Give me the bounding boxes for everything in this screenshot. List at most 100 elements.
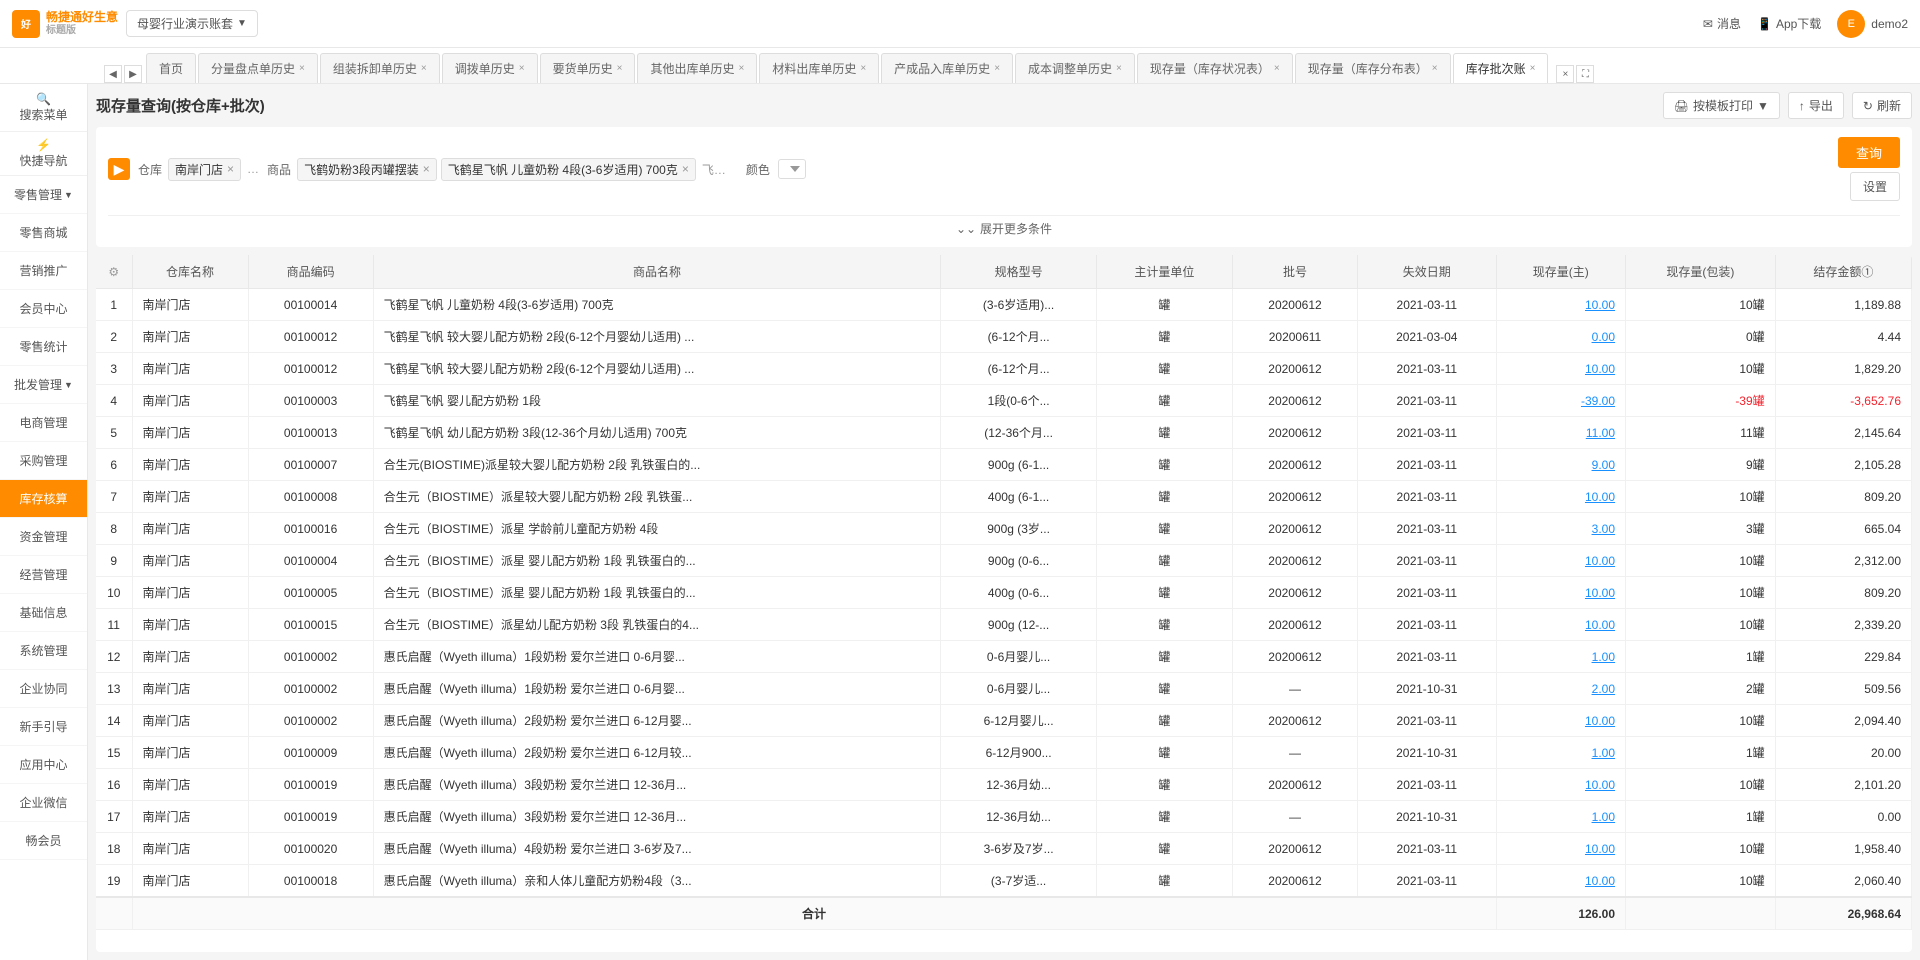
product-tag-1[interactable]: 飞鹤星飞帆 儿童奶粉 4段(3-6岁适用) 700克× xyxy=(441,158,696,181)
message-btn[interactable]: ✉ 消息 xyxy=(1703,15,1741,32)
warehouse-more[interactable]: … xyxy=(247,162,259,176)
cell-9-8[interactable]: 10.00 xyxy=(1496,577,1625,609)
query-button[interactable]: 查询 xyxy=(1838,137,1900,168)
tab-close-4[interactable]: × xyxy=(617,63,623,74)
sidebar-item-0[interactable]: 零售管理▼ xyxy=(0,176,87,214)
cell-0-8[interactable]: 10.00 xyxy=(1496,289,1625,321)
warehouse-selector[interactable]: 母婴行业演示账套 ▼ xyxy=(126,10,258,37)
tab-close-9[interactable]: × xyxy=(1274,63,1280,74)
cell-6-8[interactable]: 10.00 xyxy=(1496,481,1625,513)
tab-close-11[interactable]: × xyxy=(1530,63,1536,74)
qty-link[interactable]: -39.00 xyxy=(1581,394,1615,408)
sidebar-item-3[interactable]: 会员中心 xyxy=(0,290,87,328)
qty-link[interactable]: 10.00 xyxy=(1585,586,1615,600)
tab-item-7[interactable]: 产成品入库单历史× xyxy=(881,53,1013,83)
qty-link[interactable]: 11.00 xyxy=(1586,426,1615,440)
tab-prev-arrow[interactable]: ◀ xyxy=(104,65,122,83)
cell-18-8[interactable]: 10.00 xyxy=(1496,865,1625,898)
tab-next-arrow[interactable]: ▶ xyxy=(124,65,142,83)
sidebar-item-10[interactable]: 经营管理 xyxy=(0,556,87,594)
qty-link[interactable]: 3.00 xyxy=(1592,522,1615,536)
filter-expand-btn[interactable]: ▶ xyxy=(108,158,130,180)
cell-10-8[interactable]: 10.00 xyxy=(1496,609,1625,641)
tab-item-2[interactable]: 组装拆卸单历史× xyxy=(320,53,440,83)
sidebar-item-6[interactable]: 电商管理 xyxy=(0,404,87,442)
template-print-button[interactable]: 🖨 按模板打印 ▼ xyxy=(1663,92,1780,119)
sidebar-item-8[interactable]: 库存核算 xyxy=(0,480,87,518)
tab-close-6[interactable]: × xyxy=(860,63,866,74)
sidebar-item-13[interactable]: 企业协同 xyxy=(0,670,87,708)
tab-item-6[interactable]: 材料出库单历史× xyxy=(759,53,879,83)
color-filter-select[interactable] xyxy=(778,159,806,179)
refresh-button[interactable]: ↻ 刷新 xyxy=(1852,92,1912,119)
settings-button[interactable]: 设置 xyxy=(1850,172,1900,201)
cell-2-8[interactable]: 10.00 xyxy=(1496,353,1625,385)
tab-item-5[interactable]: 其他出库单历史× xyxy=(637,53,757,83)
tab-close-8[interactable]: × xyxy=(1116,63,1122,74)
cell-13-8[interactable]: 10.00 xyxy=(1496,705,1625,737)
warehouse-filter-tag[interactable]: 南岸门店 × xyxy=(168,158,241,181)
tab-item-1[interactable]: 分量盘点单历史× xyxy=(198,53,318,83)
qty-link[interactable]: 10.00 xyxy=(1585,298,1615,312)
sidebar-search[interactable]: 🔍 搜索菜单 xyxy=(0,84,87,132)
warehouse-tag-close[interactable]: × xyxy=(227,162,234,176)
tab-item-9[interactable]: 现存量（库存状况表）× xyxy=(1137,53,1293,83)
cell-5-8[interactable]: 9.00 xyxy=(1496,449,1625,481)
qty-link[interactable]: 10.00 xyxy=(1585,490,1615,504)
cell-4-8[interactable]: 11.00 xyxy=(1496,417,1625,449)
tab-close-2[interactable]: × xyxy=(421,63,427,74)
tab-item-4[interactable]: 要货单历史× xyxy=(540,53,636,83)
cell-3-8[interactable]: -39.00 xyxy=(1496,385,1625,417)
product-more[interactable]: 飞… xyxy=(702,161,726,178)
qty-link[interactable]: 10.00 xyxy=(1585,714,1615,728)
tab-close-all[interactable]: × xyxy=(1556,65,1574,83)
sidebar-item-2[interactable]: 营销推广 xyxy=(0,252,87,290)
cell-17-8[interactable]: 10.00 xyxy=(1496,833,1625,865)
sidebar-item-14[interactable]: 新手引导 xyxy=(0,708,87,746)
cell-11-8[interactable]: 1.00 xyxy=(1496,641,1625,673)
qty-link[interactable]: 10.00 xyxy=(1585,618,1615,632)
sidebar-item-9[interactable]: 资金管理 xyxy=(0,518,87,556)
cell-12-8[interactable]: 2.00 xyxy=(1496,673,1625,705)
sidebar-item-16[interactable]: 企业微信 xyxy=(0,784,87,822)
qty-link[interactable]: 10.00 xyxy=(1585,362,1615,376)
qty-link[interactable]: 10.00 xyxy=(1585,554,1615,568)
settings-icon[interactable]: ⚙ xyxy=(108,265,119,279)
cell-14-8[interactable]: 1.00 xyxy=(1496,737,1625,769)
tab-item-8[interactable]: 成本调整单历史× xyxy=(1015,53,1135,83)
qty-link[interactable]: 1.00 xyxy=(1592,650,1615,664)
cell-1-8[interactable]: 0.00 xyxy=(1496,321,1625,353)
product-tag-close-0[interactable]: × xyxy=(423,162,430,176)
tab-item-3[interactable]: 调拨单历史× xyxy=(442,53,538,83)
product-tag-close-1[interactable]: × xyxy=(682,162,689,176)
qty-link[interactable]: 1.00 xyxy=(1592,810,1615,824)
qty-link[interactable]: 2.00 xyxy=(1592,682,1615,696)
qty-link[interactable]: 10.00 xyxy=(1585,874,1615,888)
tab-item-11[interactable]: 库存批次账× xyxy=(1453,53,1549,84)
cell-15-8[interactable]: 10.00 xyxy=(1496,769,1625,801)
qty-link[interactable]: 1.00 xyxy=(1592,746,1615,760)
tab-close-10[interactable]: × xyxy=(1432,63,1438,74)
sidebar-nav[interactable]: ⚡ 快捷导航 xyxy=(0,132,87,176)
tab-close-1[interactable]: × xyxy=(299,63,305,74)
qty-link[interactable]: 10.00 xyxy=(1585,842,1615,856)
cell-8-8[interactable]: 10.00 xyxy=(1496,545,1625,577)
expand-more-conditions[interactable]: ⌄⌄ 展开更多条件 xyxy=(108,215,1900,237)
cell-7-8[interactable]: 3.00 xyxy=(1496,513,1625,545)
qty-link[interactable]: 9.00 xyxy=(1592,458,1615,472)
sidebar-item-12[interactable]: 系统管理 xyxy=(0,632,87,670)
product-tag-0[interactable]: 飞鹤奶粉3段丙罐摆装× xyxy=(297,158,437,181)
tab-maximize[interactable]: ⛶ xyxy=(1576,65,1594,83)
tab-close-3[interactable]: × xyxy=(519,63,525,74)
export-button[interactable]: ↑ 导出 xyxy=(1788,92,1844,119)
tab-close-5[interactable]: × xyxy=(738,63,744,74)
tab-item-0[interactable]: 首页 xyxy=(146,53,196,83)
tab-item-10[interactable]: 现存量（库存分布表）× xyxy=(1295,53,1451,83)
sidebar-item-4[interactable]: 零售统计 xyxy=(0,328,87,366)
sidebar-item-7[interactable]: 采购管理 xyxy=(0,442,87,480)
sidebar-item-1[interactable]: 零售商城 xyxy=(0,214,87,252)
sidebar-item-17[interactable]: 畅会员 xyxy=(0,822,87,860)
qty-link[interactable]: 0.00 xyxy=(1592,330,1615,344)
tab-close-7[interactable]: × xyxy=(994,63,1000,74)
qty-link[interactable]: 10.00 xyxy=(1585,778,1615,792)
